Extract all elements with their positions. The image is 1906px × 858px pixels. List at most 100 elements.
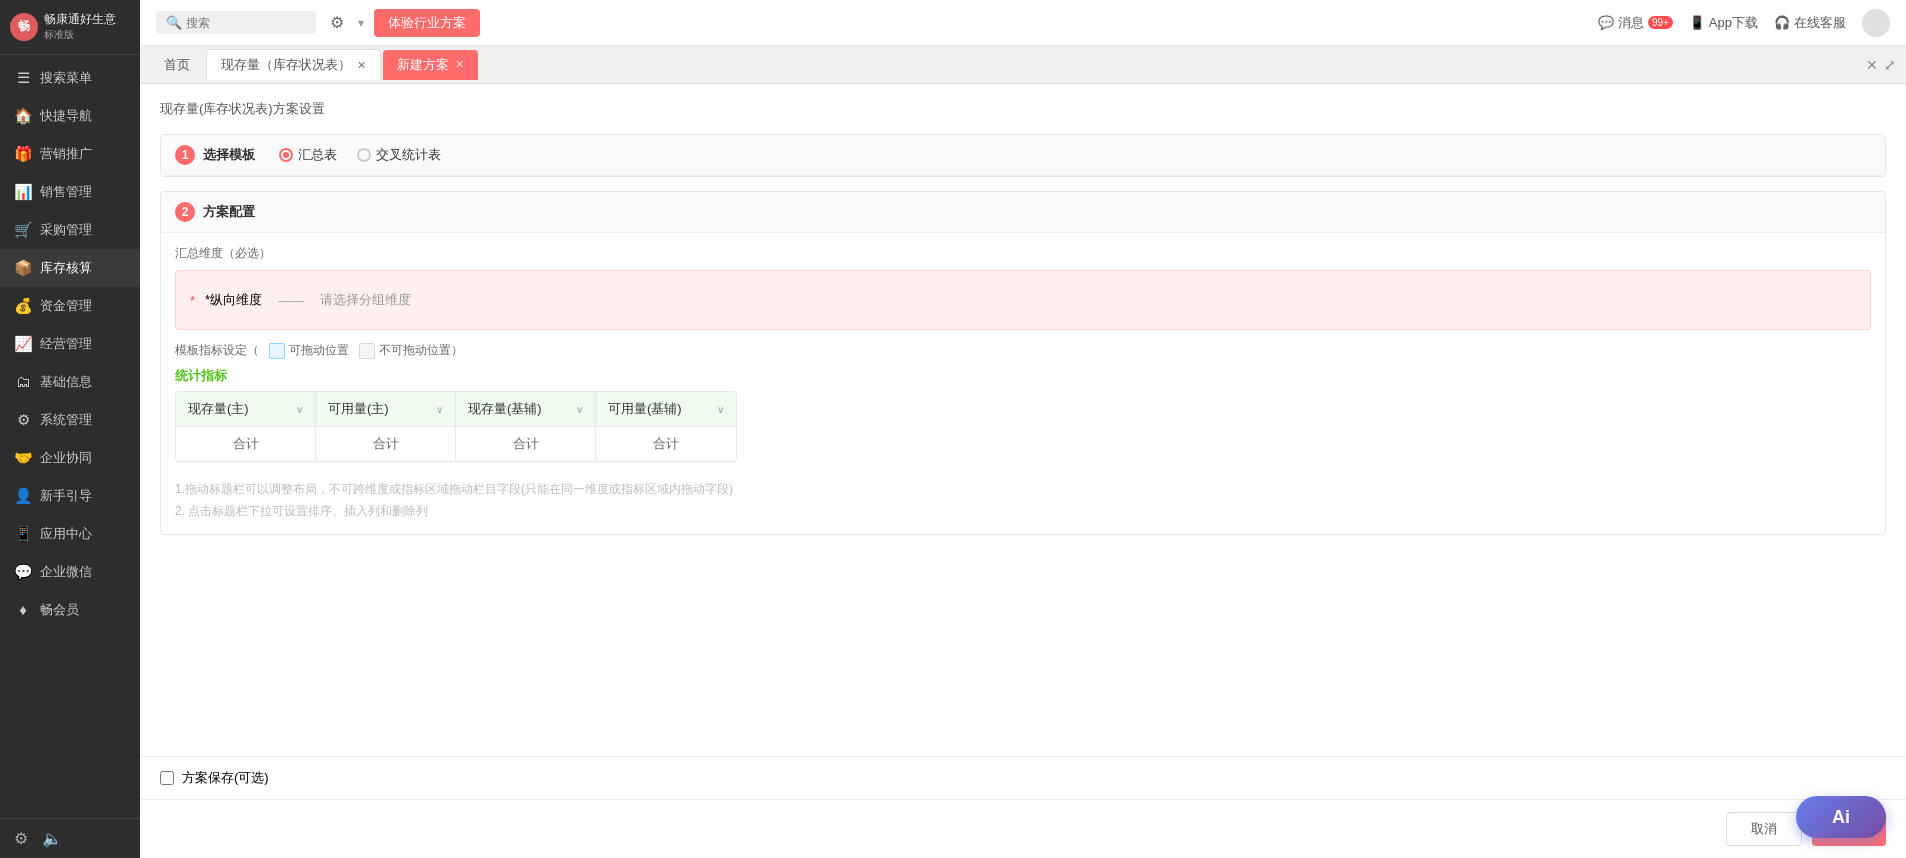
stats-header-label-2: 现存量(基辅) (468, 400, 542, 418)
cancel-button[interactable]: 取消 (1726, 812, 1802, 846)
radio-summary-label: 汇总表 (298, 146, 337, 164)
sidebar-item-app-center[interactable]: 📱 应用中心 (0, 515, 140, 553)
online-service-item[interactable]: 🎧 在线客服 (1774, 14, 1846, 32)
inventory-icon: 📦 (14, 259, 32, 277)
stats-header-cell-0[interactable]: 现存量(主)∨ (176, 392, 316, 426)
non-draggable-label: 不可拖动位置） (379, 342, 463, 359)
tab-new-plan[interactable]: 新建方案 ✕ (383, 50, 478, 80)
sidebar-item-operations[interactable]: 📈 经营管理 (0, 325, 140, 363)
step1-title: 选择模板 (203, 146, 255, 164)
radio-cross[interactable]: 交叉统计表 (357, 146, 441, 164)
summary-dimension-label: 汇总维度（必选） (175, 245, 1871, 262)
message-label: 消息 (1618, 14, 1644, 32)
sidebar-item-cooperation[interactable]: 🤝 企业协同 (0, 439, 140, 477)
indicator-settings-label: 模板指标设定（ 可拖动位置 不可拖动位置） (175, 342, 1871, 359)
tip-1: 1.拖动标题栏可以调整布局，不可跨维度或指标区域拖动栏目字段(只能在同一维度或指… (175, 479, 1871, 501)
stats-header-label-3: 可用量(基辅) (608, 400, 682, 418)
tab-inventory-label: 现存量（库存状况表） (221, 56, 351, 74)
sidebar-bottom: ⚙ 🔈 (0, 818, 140, 858)
purchase-label: 采购管理 (40, 221, 92, 239)
step2-header: 2 方案配置 (161, 192, 1885, 233)
dimension-placeholder[interactable]: 请选择分组维度 (320, 291, 411, 309)
step2-badge: 2 (175, 202, 195, 222)
sidebar-item-system[interactable]: ⚙ 系统管理 (0, 401, 140, 439)
sidebar-item-marketing[interactable]: 🎁 营销推广 (0, 135, 140, 173)
stats-row-cell-2: 合计 (456, 427, 596, 461)
guide-icon: 👤 (14, 487, 32, 505)
member-label: 畅会员 (40, 601, 79, 619)
sidebar-item-quick-nav[interactable]: 🏠 快捷导航 (0, 97, 140, 135)
sidebar-item-basic-info[interactable]: 🗂 基础信息 (0, 363, 140, 401)
step1-header: 1 选择模板 汇总表 交叉统计表 (161, 135, 1885, 176)
tab-new-plan-close-icon[interactable]: ✕ (455, 58, 464, 71)
tabs-bar: 首页 现存量（库存状况表） ✕ 新建方案 ✕ ✕ ⤢ (140, 46, 1906, 84)
stats-header-cell-2[interactable]: 现存量(基辅)∨ (456, 392, 596, 426)
message-item[interactable]: 💬 消息 99+ (1598, 14, 1673, 32)
app-name: 畅康通好生意 (44, 12, 116, 28)
app-logo-icon: 畅 (10, 13, 38, 41)
stats-area: 统计指标 现存量(主)∨可用量(主)∨现存量(基辅)∨可用量(基辅)∨ 合计合计… (175, 367, 1871, 465)
sales-label: 销售管理 (40, 183, 92, 201)
settings-gear-icon[interactable]: ⚙ (330, 13, 344, 32)
sidebar-item-finance[interactable]: 💰 资金管理 (0, 287, 140, 325)
user-avatar[interactable] (1862, 9, 1890, 37)
settings-bottom-icon[interactable]: ⚙ (14, 829, 28, 848)
sidebar-item-wechat[interactable]: 💬 企业微信 (0, 553, 140, 591)
operations-label: 经营管理 (40, 335, 92, 353)
save-checkbox[interactable] (160, 771, 174, 785)
content-inner: 现存量(库存状况表)方案设置 1 选择模板 汇总表 交叉统计表 (140, 84, 1906, 756)
tab-inventory-status[interactable]: 现存量（库存状况表） ✕ (206, 49, 381, 80)
audio-bottom-icon[interactable]: 🔈 (42, 829, 62, 848)
industry-plan-button[interactable]: 体验行业方案 (374, 9, 480, 37)
tab-home[interactable]: 首页 (150, 50, 204, 80)
step1-section: 1 选择模板 汇总表 交叉统计表 (160, 134, 1886, 177)
basic-info-label: 基础信息 (40, 373, 92, 391)
topbar: 🔍 ⚙ ▾ 体验行业方案 💬 消息 99+ 📱 App下载 🎧 在线客服 (140, 0, 1906, 46)
stats-header-chevron-0: ∨ (296, 404, 303, 415)
dash-separator: —— (278, 293, 304, 308)
tab-inventory-close-icon[interactable]: ✕ (357, 59, 366, 72)
topbar-search-bar[interactable]: 🔍 (156, 11, 316, 34)
draggable-label: 可拖动位置 (289, 342, 349, 359)
tab-collapse-icon[interactable]: ✕ (1866, 57, 1878, 73)
template-radio-group: 汇总表 交叉统计表 (279, 146, 441, 164)
tab-expand-icon[interactable]: ⤢ (1884, 57, 1896, 73)
app-download-item[interactable]: 📱 App下载 (1689, 14, 1758, 32)
topbar-right: 💬 消息 99+ 📱 App下载 🎧 在线客服 (1598, 9, 1890, 37)
ai-fab-button[interactable]: Ai (1796, 796, 1886, 838)
stats-header-cell-1[interactable]: 可用量(主)∨ (316, 392, 456, 426)
sidebar-item-sales[interactable]: 📊 销售管理 (0, 173, 140, 211)
sidebar-item-purchase[interactable]: 🛒 采购管理 (0, 211, 140, 249)
footer-save-row: 方案保存(可选) (140, 756, 1906, 799)
radio-cross-dot (357, 148, 371, 162)
member-icon: ♦ (14, 601, 32, 619)
search-menu-icon: ☰ (14, 69, 32, 87)
topbar-chevron-icon[interactable]: ▾ (358, 16, 364, 30)
stats-header-cell-3[interactable]: 可用量(基辅)∨ (596, 392, 736, 426)
stats-header-chevron-1: ∨ (436, 404, 443, 415)
sidebar-item-member[interactable]: ♦ 畅会员 (0, 591, 140, 629)
sidebar-item-search-menu[interactable]: ☰ 搜索菜单 (0, 59, 140, 97)
draggable-legend-box (269, 343, 285, 359)
legend-group: 可拖动位置 不可拖动位置） (269, 342, 463, 359)
step2-title: 方案配置 (203, 203, 255, 221)
sidebar: 畅 畅康通好生意 标准版 ☰ 搜索菜单 🏠 快捷导航 🎁 营销推广 📊 销售管理… (0, 0, 140, 858)
tab-new-plan-label: 新建方案 (397, 56, 449, 74)
sidebar-item-guide[interactable]: 👤 新手引导 (0, 477, 140, 515)
tips-section: 1.拖动标题栏可以调整布局，不可跨维度或指标区域拖动栏目字段(只能在同一维度或指… (175, 479, 1871, 522)
search-input[interactable] (186, 16, 306, 30)
vertical-dimension-row: * *纵向维度 —— 请选择分组维度 (175, 270, 1871, 330)
cooperation-label: 企业协同 (40, 449, 92, 467)
main-area: 🔍 ⚙ ▾ 体验行业方案 💬 消息 99+ 📱 App下载 🎧 在线客服 (140, 0, 1906, 858)
legend-non-draggable: 不可拖动位置） (359, 342, 463, 359)
sidebar-item-inventory[interactable]: 📦 库存核算 (0, 249, 140, 287)
finance-icon: 💰 (14, 297, 32, 315)
app-center-icon: 📱 (14, 525, 32, 543)
finance-label: 资金管理 (40, 297, 92, 315)
radio-summary[interactable]: 汇总表 (279, 146, 337, 164)
vertical-label: *纵向维度 (205, 291, 262, 309)
stats-label: 统计指标 (175, 367, 1871, 385)
app-download-icon: 📱 (1689, 15, 1705, 30)
required-star-icon: * (190, 293, 195, 308)
guide-label: 新手引导 (40, 487, 92, 505)
